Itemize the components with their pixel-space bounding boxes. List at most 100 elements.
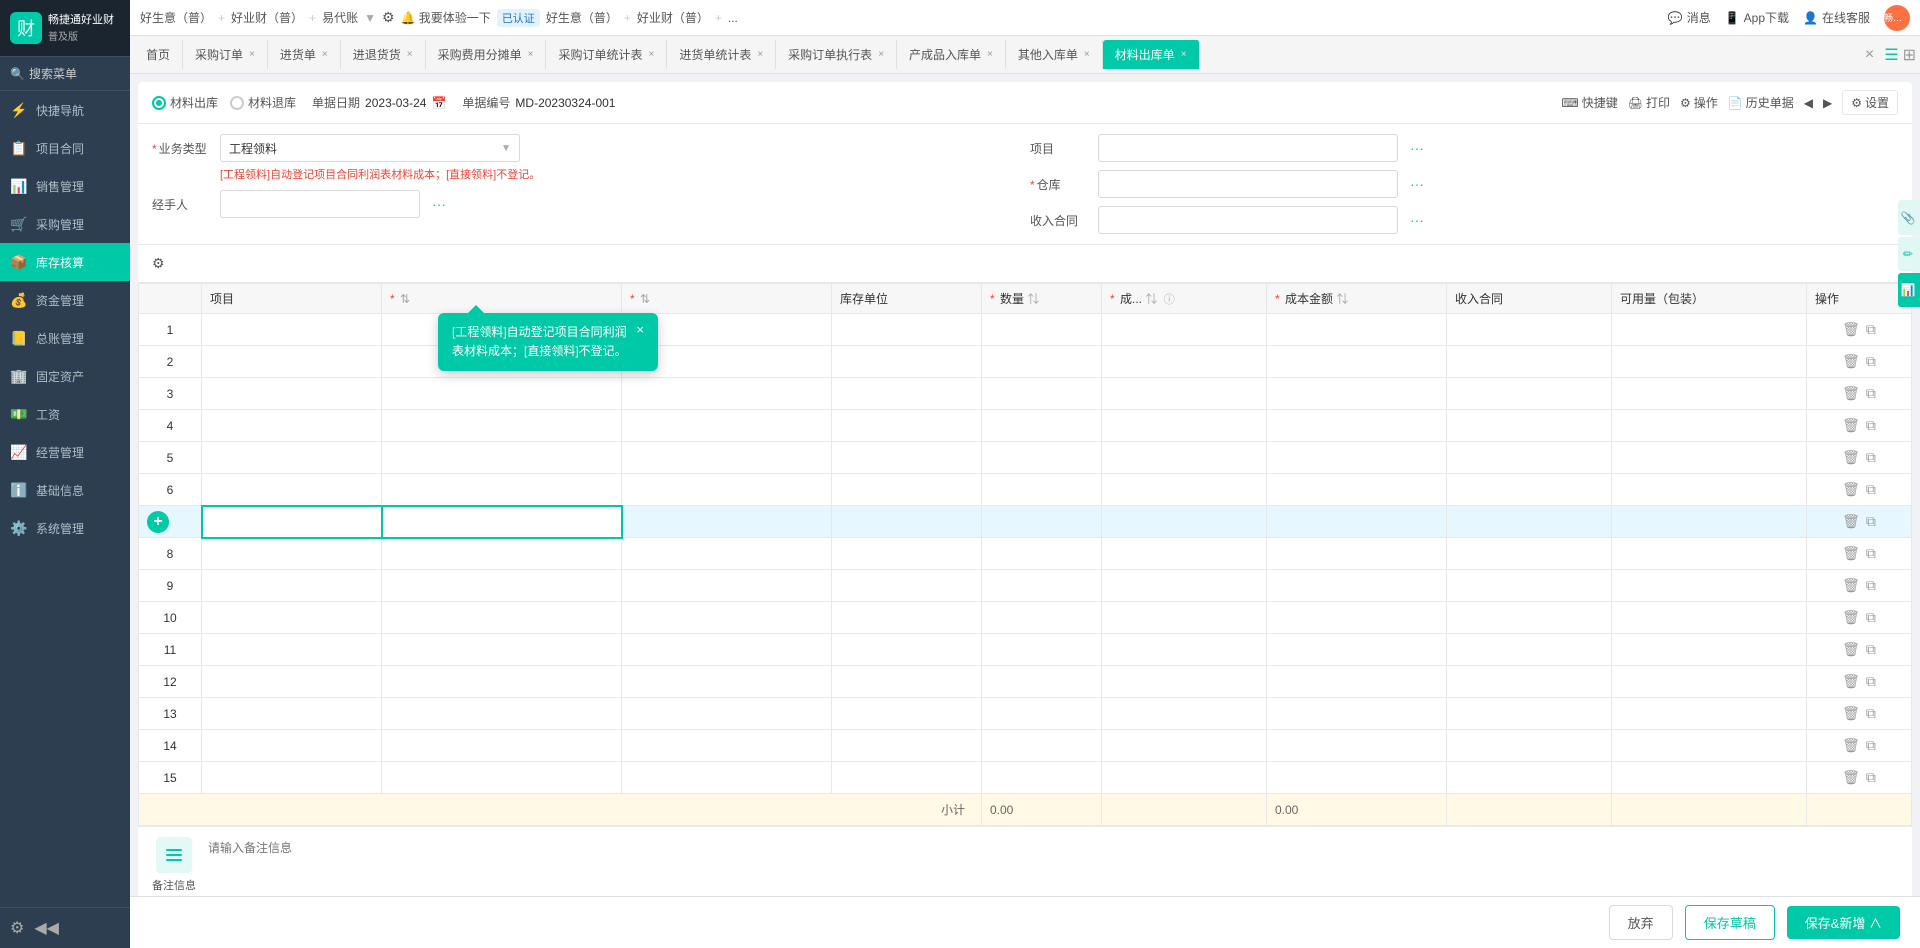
row-cost-amount[interactable]	[1267, 442, 1447, 474]
row-qty[interactable]	[982, 378, 1102, 410]
copy-row-btn[interactable]: ⧉	[1866, 513, 1876, 530]
table-settings-icon[interactable]: ⚙	[152, 249, 165, 278]
row-cost[interactable]	[1102, 378, 1267, 410]
delete-row-btn[interactable]: 🗑	[1842, 385, 1860, 402]
th-cost-amount-sort-icon[interactable]: ⇅	[1336, 292, 1348, 306]
tab-close-icon[interactable]: ×	[757, 49, 763, 60]
tab-purchase-in-stat[interactable]: 进货单统计表 ×	[667, 40, 776, 69]
row-material[interactable]	[382, 570, 622, 602]
row-income-contract[interactable]	[1447, 570, 1612, 602]
sidebar-item-quick-nav[interactable]: ⚡ 快捷导航	[0, 91, 130, 129]
sidebar-item-payroll[interactable]: 💵 工资	[0, 395, 130, 433]
tab-close-icon[interactable]: ×	[528, 49, 534, 60]
delete-row-btn[interactable]: 🗑	[1842, 417, 1860, 434]
income-contract-input[interactable]	[1098, 206, 1398, 234]
row-project[interactable]	[202, 410, 382, 442]
print-btn[interactable]: 🖨 打印	[1628, 94, 1670, 111]
row-spec[interactable]	[622, 442, 832, 474]
row-spec[interactable]	[622, 602, 832, 634]
copy-row-btn[interactable]: ⧉	[1866, 705, 1876, 722]
row-income-contract[interactable]	[1447, 442, 1612, 474]
tab-home[interactable]: 首页	[134, 40, 183, 69]
row-warehouse-unit[interactable]	[832, 474, 982, 506]
radio-material-out[interactable]: 材料出库	[152, 94, 218, 111]
row-available[interactable]	[1612, 602, 1807, 634]
tabbar-close-btn[interactable]: ×	[1859, 46, 1880, 64]
delete-row-btn[interactable]: 🗑	[1842, 321, 1860, 338]
row-cost-amount[interactable]	[1267, 474, 1447, 506]
row-cost-amount[interactable]	[1267, 410, 1447, 442]
grid-view-btn[interactable]: ⊞	[1903, 45, 1916, 65]
shortcuts-btn[interactable]: ⌨ 快捷键	[1561, 94, 1617, 111]
right-tool-attachment[interactable]: 📎	[1898, 200, 1920, 235]
tab-finished-goods-in[interactable]: 产成品入库单 ×	[897, 40, 1006, 69]
row-project[interactable]	[202, 378, 382, 410]
add-row-button[interactable]: +	[147, 511, 169, 533]
sidebar-item-finance[interactable]: 💰 资金管理	[0, 281, 130, 319]
row-income-contract-active[interactable]	[1447, 506, 1612, 538]
copy-row-btn[interactable]: ⧉	[1866, 641, 1876, 658]
sidebar-item-search[interactable]: 🔍 搜索菜单	[0, 57, 130, 91]
row-spec[interactable]	[622, 410, 832, 442]
collapse-icon[interactable]: ◀◀	[34, 918, 59, 938]
topbar-nav-item-3[interactable]: 易代账	[322, 9, 358, 26]
row-material[interactable]	[382, 378, 622, 410]
history-btn[interactable]: 📄 历史单据	[1728, 94, 1794, 111]
row-income-contract[interactable]	[1447, 538, 1612, 570]
row-cost-amount[interactable]	[1267, 538, 1447, 570]
row-available[interactable]	[1612, 570, 1807, 602]
settings-btn[interactable]: ⚙ 设置	[1842, 90, 1898, 115]
radio-material-return[interactable]: 材料退库	[230, 94, 296, 111]
app-download-btn[interactable]: 📱 App下载	[1725, 9, 1789, 26]
tooltip-close-btn[interactable]: ×	[636, 323, 644, 336]
project-input[interactable]	[1098, 134, 1398, 162]
delete-row-btn[interactable]: 🗑	[1842, 673, 1860, 690]
income-contract-more-btn[interactable]: ···	[1406, 212, 1428, 228]
list-view-btn[interactable]: ☰	[1884, 45, 1898, 65]
row-project[interactable]	[202, 538, 382, 570]
handler-input[interactable]	[220, 190, 420, 218]
delete-row-btn[interactable]: 🗑	[1842, 353, 1860, 370]
delete-row-btn[interactable]: 🗑	[1842, 513, 1860, 530]
online-service-btn[interactable]: 👤 在线客服	[1803, 9, 1870, 26]
row-project[interactable]	[202, 570, 382, 602]
sidebar-item-ledger[interactable]: 📒 总账管理	[0, 319, 130, 357]
copy-row-btn[interactable]: ⧉	[1866, 353, 1876, 370]
row-income-contract[interactable]	[1447, 474, 1612, 506]
tab-other-in[interactable]: 其他入库单 ×	[1006, 40, 1103, 69]
row-warehouse-unit[interactable]	[832, 410, 982, 442]
sidebar-item-system[interactable]: ⚙️ 系统管理	[0, 509, 130, 547]
topbar-settings-btn[interactable]: ⚙	[382, 9, 395, 26]
row-material-active[interactable]	[382, 506, 622, 538]
copy-row-btn[interactable]: ⧉	[1866, 577, 1876, 594]
row-qty[interactable]	[982, 602, 1102, 634]
tab-purchase-exec[interactable]: 采购订单执行表 ×	[776, 40, 897, 69]
row-cost-amount[interactable]	[1267, 378, 1447, 410]
row-available[interactable]	[1612, 410, 1807, 442]
row-warehouse-unit[interactable]	[832, 346, 982, 378]
row-income-contract[interactable]	[1447, 602, 1612, 634]
topbar-nav-item-2[interactable]: 好业财（普）	[231, 9, 303, 26]
delete-row-btn[interactable]: 🗑	[1842, 481, 1860, 498]
delete-row-btn[interactable]: 🗑	[1842, 641, 1860, 658]
row-warehouse-unit[interactable]	[832, 570, 982, 602]
tab-purchase-in[interactable]: 进货单 ×	[268, 40, 341, 69]
row-project[interactable]	[202, 634, 382, 666]
row-qty[interactable]	[982, 410, 1102, 442]
save-draft-button[interactable]: 保存草稿	[1685, 905, 1775, 940]
user-avatar[interactable]: 畅捷通8号...	[1884, 5, 1910, 31]
row-material[interactable]	[382, 442, 622, 474]
copy-row-btn[interactable]: ⧉	[1866, 481, 1876, 498]
row-warehouse-unit[interactable]	[832, 602, 982, 634]
row-project-active[interactable]	[202, 506, 382, 538]
date-value[interactable]: 2023-03-24	[365, 96, 426, 110]
row-cost[interactable]	[1102, 538, 1267, 570]
row-cost-amount-active[interactable]	[1267, 506, 1447, 538]
sidebar-item-operations[interactable]: 📈 经营管理	[0, 433, 130, 471]
topbar-nav-item-1[interactable]: 好生意（普）	[140, 9, 212, 26]
delete-row-btn[interactable]: 🗑	[1842, 737, 1860, 754]
row-cost[interactable]	[1102, 410, 1267, 442]
row-spec[interactable]	[622, 570, 832, 602]
row-cost-amount[interactable]	[1267, 346, 1447, 378]
row-qty[interactable]	[982, 346, 1102, 378]
